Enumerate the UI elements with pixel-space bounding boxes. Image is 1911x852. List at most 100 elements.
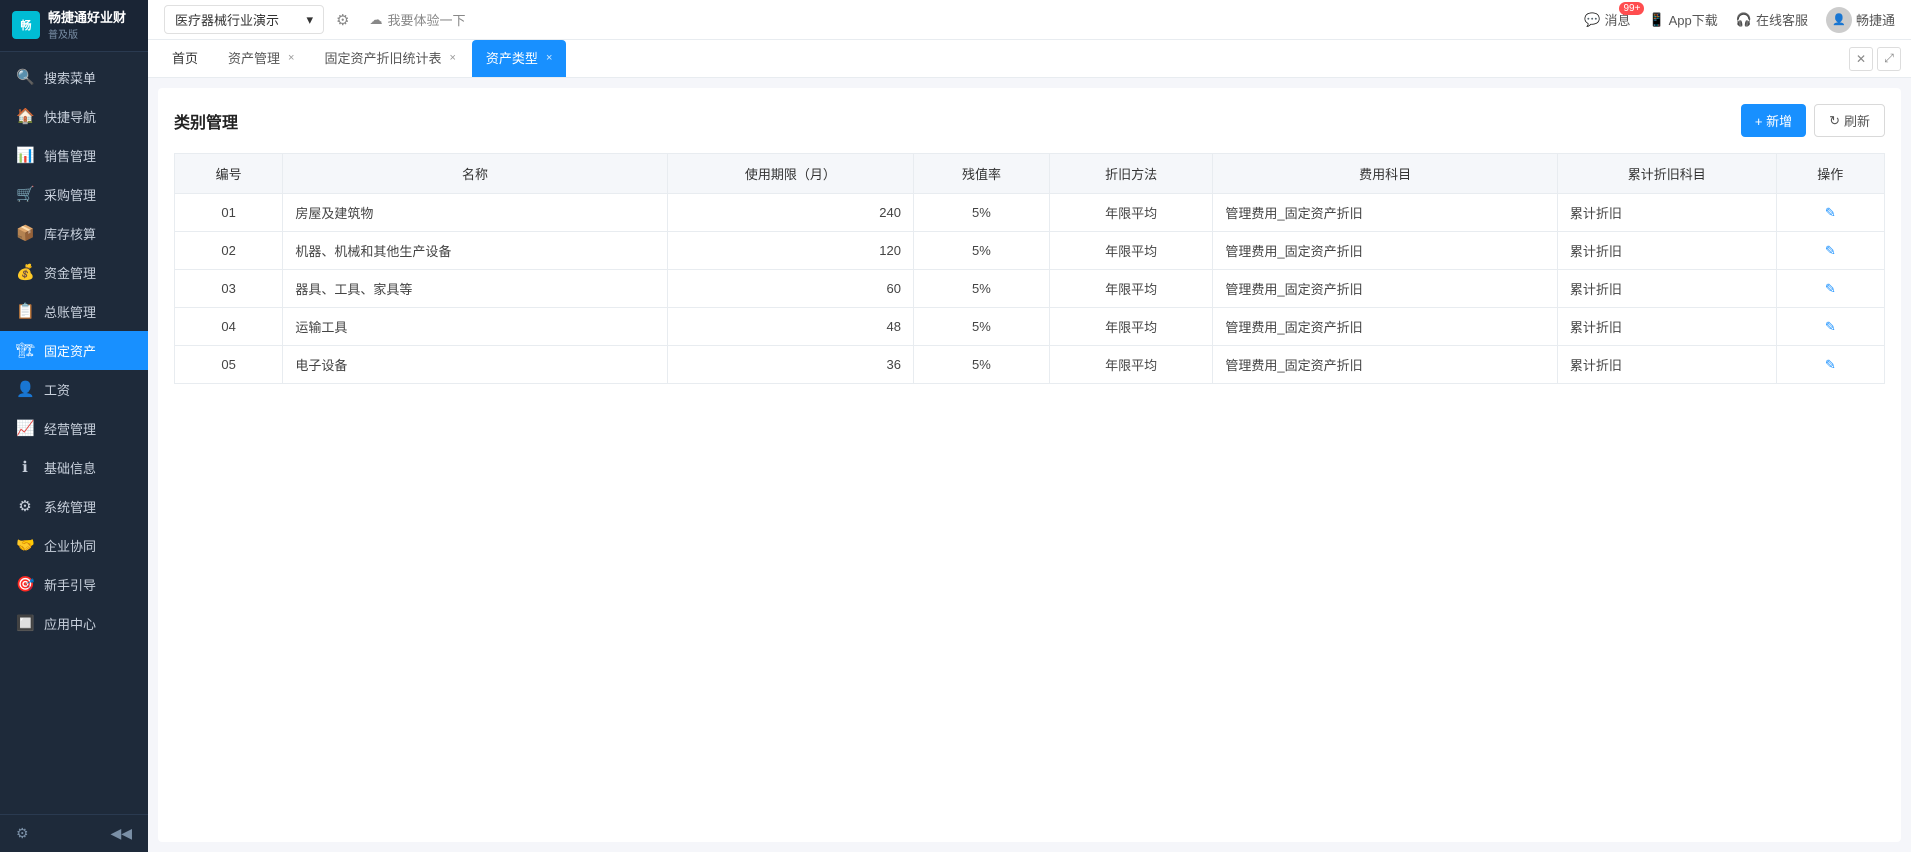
sidebar-item-inventory[interactable]: 📦 库存核算 [0, 214, 148, 253]
sidebar-item-basic-info[interactable]: ℹ 基础信息 [0, 448, 148, 487]
module-gear-icon[interactable]: ⚙ [336, 11, 349, 29]
topbar: 医疗器械行业演示 ▾ ⚙ ☁ 我要体验一下 💬 消息 99+ 📱 App下载 🎧… [148, 0, 1911, 40]
row-name: 房屋及建筑物 [283, 194, 667, 232]
col-header: 使用期限（月） [667, 154, 913, 194]
row-expense-account: 管理费用_固定资产折旧 [1213, 194, 1557, 232]
experience-btn[interactable]: ☁ 我要体验一下 [369, 10, 465, 29]
app-center-icon: 🔲 [16, 614, 34, 632]
sidebar-item-finance[interactable]: 💰 资金管理 [0, 253, 148, 292]
app-download-icon: 📱 [1648, 12, 1664, 28]
tab-close-btn[interactable]: ✕ [1849, 47, 1873, 71]
sidebar-item-sales[interactable]: 📊 销售管理 [0, 136, 148, 175]
collapse-icon[interactable]: ◀◀ [110, 825, 132, 842]
page-header: 类别管理 + 新增 ↻ 刷新 [174, 104, 1885, 137]
sidebar-item-ledger[interactable]: 📋 总账管理 [0, 292, 148, 331]
sidebar-label-finance: 资金管理 [44, 263, 96, 282]
tab-depreciation-table[interactable]: 固定资产折旧统计表 × [310, 40, 469, 77]
app-name: 畅捷通好业财 [48, 10, 126, 26]
add-button[interactable]: + 新增 [1741, 104, 1806, 137]
app-download-btn[interactable]: 📱 App下载 [1648, 10, 1717, 29]
category-table: 编号名称使用期限（月）残值率折旧方法费用科目累计折旧科目操作 01房屋及建筑物2… [174, 153, 1885, 384]
online-service-icon: 🎧 [1736, 12, 1752, 28]
sidebar-item-system[interactable]: ⚙ 系统管理 [0, 487, 148, 526]
sidebar-label-collaboration: 企业协同 [44, 536, 96, 555]
sidebar-label-system: 系统管理 [44, 497, 96, 516]
page-content: 类别管理 + 新增 ↻ 刷新 编号名称使用期限（月）残值率折旧方法费用科目累计折… [158, 88, 1901, 842]
guide-icon: 🎯 [16, 575, 34, 593]
tab-asset-type[interactable]: 资产类型 × [472, 40, 566, 77]
user-profile-btn[interactable]: 👤 畅捷通 [1826, 7, 1895, 33]
row-edit[interactable]: ✎ [1776, 270, 1884, 308]
refresh-button[interactable]: ↻ 刷新 [1814, 104, 1885, 137]
topbar-right: 💬 消息 99+ 📱 App下载 🎧 在线客服 👤 畅捷通 [1584, 7, 1895, 33]
tab-home-label: 首页 [172, 48, 198, 67]
operations-icon: 📈 [16, 419, 34, 437]
module-selector[interactable]: 医疗器械行业演示 ▾ [164, 5, 324, 34]
row-period: 240 [667, 194, 913, 232]
sidebar-item-guide[interactable]: 🎯 新手引导 [0, 565, 148, 604]
row-name: 运输工具 [283, 308, 667, 346]
sidebar-label-inventory: 库存核算 [44, 224, 96, 243]
row-name: 机器、机械和其他生产设备 [283, 232, 667, 270]
settings-icon[interactable]: ⚙ [16, 825, 29, 842]
sidebar-item-collaboration[interactable]: 🤝 企业协同 [0, 526, 148, 565]
tab-asset-type-close[interactable]: × [546, 52, 552, 64]
sidebar-label-operations: 经营管理 [44, 419, 96, 438]
tab-home[interactable]: 首页 [158, 40, 212, 77]
row-accumulated-account: 累计折旧 [1557, 232, 1776, 270]
tab-expand-btn[interactable]: ⤢ [1877, 47, 1901, 71]
tab-asset-management[interactable]: 资产管理 × [214, 40, 308, 77]
row-method: 年限平均 [1049, 194, 1213, 232]
ledger-icon: 📋 [16, 302, 34, 320]
row-residual-rate: 5% [913, 232, 1049, 270]
row-code: 04 [175, 308, 283, 346]
table-row: 02机器、机械和其他生产设备1205%年限平均管理费用_固定资产折旧累计折旧✎ [175, 232, 1885, 270]
inventory-icon: 📦 [16, 224, 34, 242]
module-name: 医疗器械行业演示 [175, 10, 279, 29]
row-accumulated-account: 累计折旧 [1557, 194, 1776, 232]
col-header: 残值率 [913, 154, 1049, 194]
tabbar-actions: ✕ ⤢ [1849, 40, 1901, 77]
row-edit[interactable]: ✎ [1776, 194, 1884, 232]
sidebar-item-fixed-assets[interactable]: 🏗 固定资产 [0, 331, 148, 370]
col-header: 操作 [1776, 154, 1884, 194]
row-expense-account: 管理费用_固定资产折旧 [1213, 270, 1557, 308]
table-header-row: 编号名称使用期限（月）残值率折旧方法费用科目累计折旧科目操作 [175, 154, 1885, 194]
row-edit[interactable]: ✎ [1776, 232, 1884, 270]
row-residual-rate: 5% [913, 308, 1049, 346]
basic-info-icon: ℹ [16, 458, 34, 476]
search-icon: 🔍 [16, 68, 34, 86]
purchase-icon: 🛒 [16, 185, 34, 203]
sidebar-item-quick-nav[interactable]: 🏠 快捷导航 [0, 97, 148, 136]
sidebar-label-guide: 新手引导 [44, 575, 96, 594]
refresh-icon: ↻ [1829, 113, 1840, 129]
table-row: 05电子设备365%年限平均管理费用_固定资产折旧累计折旧✎ [175, 346, 1885, 384]
col-header: 累计折旧科目 [1557, 154, 1776, 194]
sidebar-item-payroll[interactable]: 👤 工资 [0, 370, 148, 409]
sidebar-nav: 🔍 搜索菜单 🏠 快捷导航 📊 销售管理 🛒 采购管理 📦 库存核算 💰 资金管… [0, 52, 148, 814]
sidebar-item-app-center[interactable]: 🔲 应用中心 [0, 604, 148, 643]
tab-asset-management-close[interactable]: × [288, 52, 294, 64]
row-method: 年限平均 [1049, 308, 1213, 346]
tab-depreciation-close[interactable]: × [449, 52, 455, 64]
sidebar-item-search[interactable]: 🔍 搜索菜单 [0, 58, 148, 97]
notifications-btn[interactable]: 💬 消息 99+ [1584, 10, 1630, 29]
table-row: 01房屋及建筑物2405%年限平均管理费用_固定资产折旧累计折旧✎ [175, 194, 1885, 232]
payroll-icon: 👤 [16, 380, 34, 398]
sidebar-footer: ⚙ ◀◀ [0, 814, 148, 852]
row-edit[interactable]: ✎ [1776, 308, 1884, 346]
quick-nav-icon: 🏠 [16, 107, 34, 125]
row-residual-rate: 5% [913, 194, 1049, 232]
row-code: 01 [175, 194, 283, 232]
sidebar-item-operations[interactable]: 📈 经营管理 [0, 409, 148, 448]
row-method: 年限平均 [1049, 270, 1213, 308]
experience-label: 我要体验一下 [387, 10, 465, 29]
fixed-assets-icon: 🏗 [16, 341, 34, 359]
app-title-block: 畅捷通好业财 普及版 [48, 10, 126, 41]
row-method: 年限平均 [1049, 232, 1213, 270]
sidebar-item-purchase[interactable]: 🛒 采购管理 [0, 175, 148, 214]
online-service-btn[interactable]: 🎧 在线客服 [1736, 10, 1808, 29]
row-edit[interactable]: ✎ [1776, 346, 1884, 384]
row-period: 120 [667, 232, 913, 270]
tab-depreciation-table-label: 固定资产折旧统计表 [324, 48, 441, 67]
